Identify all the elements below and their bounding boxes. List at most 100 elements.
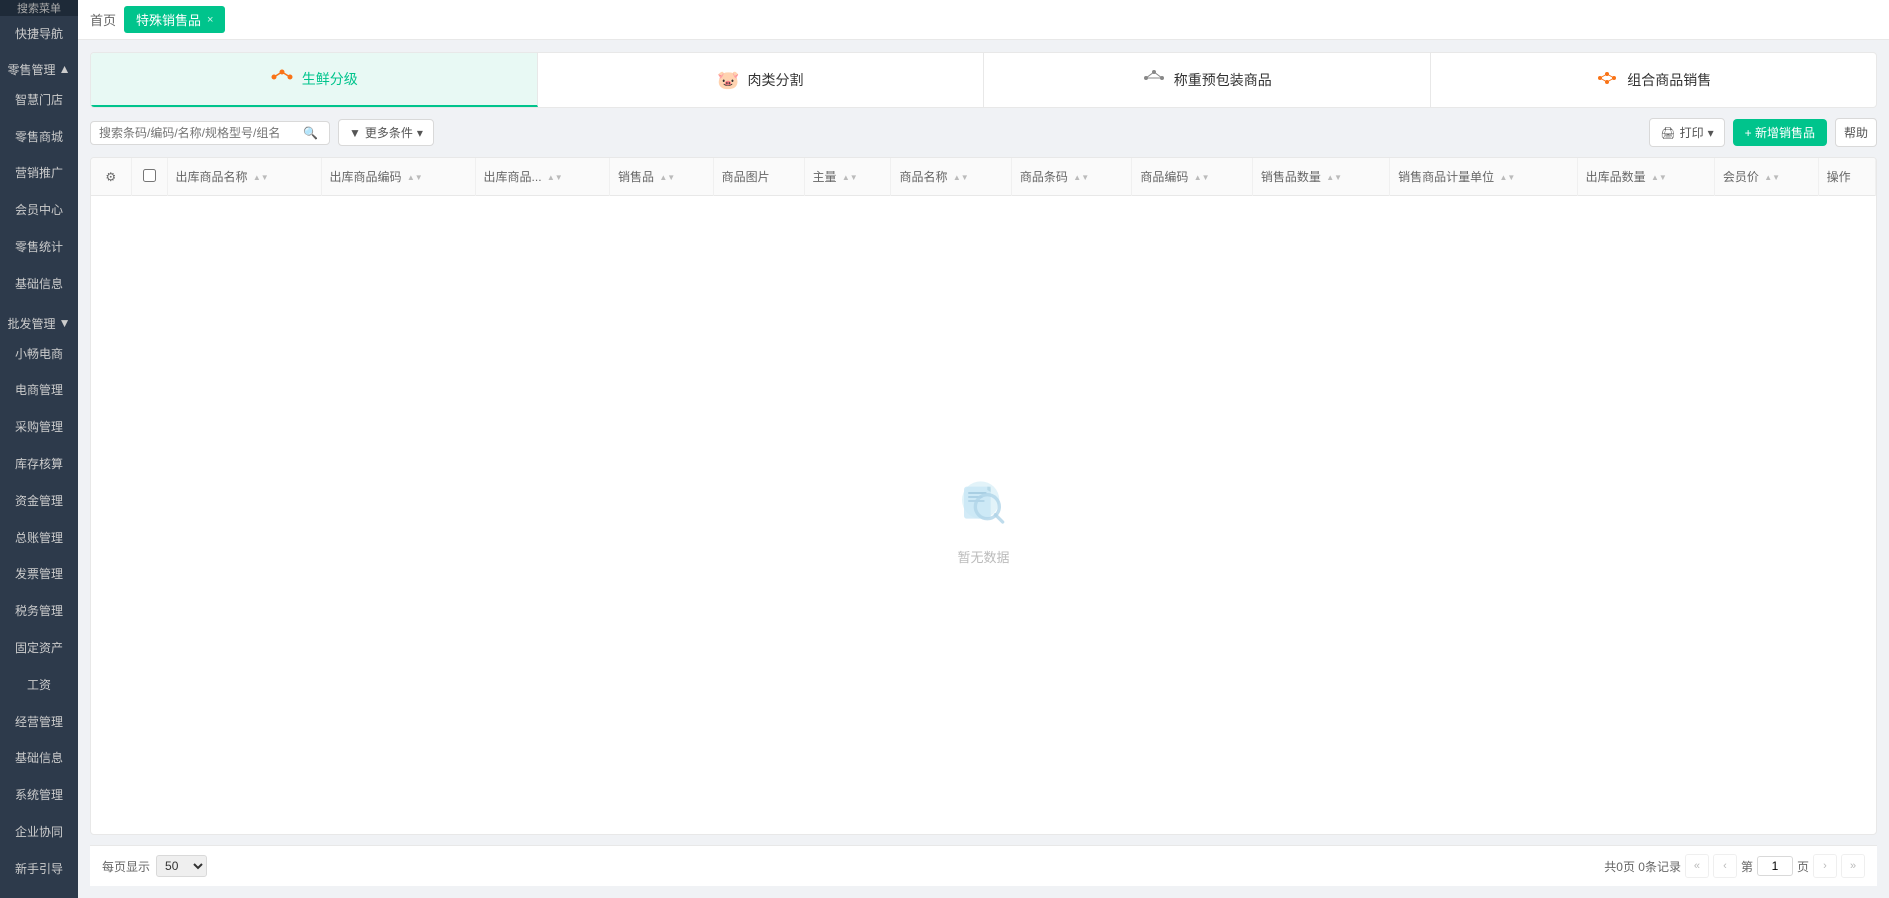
first-page-button[interactable]: « [1685, 854, 1709, 878]
help-button[interactable]: 帮助 [1835, 118, 1877, 147]
sort-arrows: ▲▼ [253, 174, 269, 182]
filter-label: 更多条件 [365, 124, 413, 141]
toolbar-left: 🔍 ▼ 更多条件 ▾ [90, 119, 434, 146]
empty-state-icon [944, 465, 1024, 535]
sidebar-item-sales-promo[interactable]: 营销推广 [0, 155, 78, 192]
sidebar-item-new-guide[interactable]: 新手引导 [0, 851, 78, 888]
sidebar-item-label: 快捷导航 [15, 26, 63, 43]
sidebar-item-quick-nav[interactable]: 快捷导航 [0, 16, 78, 53]
sidebar-item-smart-store[interactable]: 智慧门店 [0, 82, 78, 119]
cat-tab-meat-cut[interactable]: 🐷 肉类分割 [538, 53, 985, 107]
combo-sales-icon [1595, 68, 1619, 93]
meat-cut-icon: 🐷 [717, 70, 739, 91]
sidebar-item-label: 营销推广 [15, 165, 63, 182]
sort-arrows: ▲▼ [1651, 174, 1667, 182]
th-product-barcode[interactable]: 商品条码 ▲▼ [1011, 158, 1131, 196]
th-member-price[interactable]: 会员价 ▲▼ [1714, 158, 1818, 196]
print-button[interactable]: 🖨 打印 ▾ [1649, 118, 1724, 147]
total-label: 共0页 0条记录 [1604, 858, 1681, 875]
pagination: 每页显示 50 100 共0页 0条记录 « ‹ 第 页 › » [90, 845, 1877, 886]
topbar-home-link[interactable]: 首页 [90, 10, 116, 29]
sidebar-item-label: 企业协同 [15, 824, 63, 841]
select-all-checkbox[interactable] [143, 169, 156, 182]
th-outbound-spec[interactable]: 出库商品... ▲▼ [475, 158, 609, 196]
last-page-button[interactable]: » [1841, 854, 1865, 878]
sidebar-item-basic-info[interactable]: 基础信息 [0, 266, 78, 303]
cat-tab-weigh-pack[interactable]: 称重预包装商品 [984, 53, 1431, 107]
sidebar-item-label: 电商管理 [15, 382, 63, 399]
sidebar-item-ops-mgmt[interactable]: 经营管理 [0, 704, 78, 741]
th-settings[interactable]: ⚙ [91, 158, 131, 196]
toolbar-right: 🖨 打印 ▾ + 新增销售品 帮助 [1649, 118, 1877, 147]
sidebar-item-capital-mgmt[interactable]: 资金管理 [0, 483, 78, 520]
filter-icon: ▼ [349, 126, 361, 140]
sidebar-item-label: 资金管理 [15, 493, 63, 510]
chevron-down-icon: ▼ [59, 316, 71, 330]
th-main-unit[interactable]: 主量 ▲▼ [804, 158, 891, 196]
page-number-input[interactable] [1757, 856, 1793, 876]
sort-arrows: ▲▼ [1194, 174, 1210, 182]
th-outbound-name[interactable]: 出库商品名称 ▲▼ [167, 158, 321, 196]
sidebar-item-purchase-mgmt[interactable]: 采购管理 [0, 409, 78, 446]
content-area: 生鲜分级 🐷 肉类分割 称重预包装商品 [78, 40, 1889, 898]
sidebar-item-general-ledger[interactable]: 总账管理 [0, 520, 78, 557]
pagination-per-page: 每页显示 50 100 [102, 855, 207, 877]
sidebar-item-batch-mgmt[interactable]: 批发管理 ▼ [0, 307, 78, 336]
search-input[interactable] [99, 126, 299, 140]
cat-tab-label: 生鲜分级 [302, 69, 358, 89]
th-sales-item[interactable]: 销售品 ▲▼ [609, 158, 713, 196]
sidebar-item-invoice-mgmt[interactable]: 发票管理 [0, 556, 78, 593]
sidebar-item-member-center[interactable]: 会员中心 [0, 192, 78, 229]
sort-arrows: ▲▼ [1499, 174, 1515, 182]
sidebar-item-label: 固定资产 [15, 640, 63, 657]
help-label: 帮助 [1844, 126, 1868, 140]
filter-button[interactable]: ▼ 更多条件 ▾ [338, 119, 434, 146]
sidebar-item-label: 税务管理 [15, 603, 63, 620]
next-page-button[interactable]: › [1813, 854, 1837, 878]
tab-close-icon[interactable]: × [207, 14, 213, 26]
empty-state: 暂无数据 [91, 196, 1876, 834]
th-sales-qty[interactable]: 销售品数量 ▲▼ [1252, 158, 1389, 196]
settings-icon[interactable]: ⚙ [0, 888, 78, 898]
pagination-controls: 共0页 0条记录 « ‹ 第 页 › » [1604, 854, 1865, 878]
sidebar-item-retail-stats[interactable]: 零售统计 [0, 229, 78, 266]
sidebar-logo[interactable]: 搜索菜单 [0, 0, 78, 16]
th-sales-unit[interactable]: 销售商品计量单位 ▲▼ [1390, 158, 1578, 196]
sidebar-item-retail-mall[interactable]: 零售商城 [0, 119, 78, 156]
sidebar-item-labor[interactable]: 工资 [0, 667, 78, 704]
search-icon: 🔍 [303, 126, 318, 140]
sidebar-item-label: 总账管理 [15, 530, 63, 547]
th-outbound-qty[interactable]: 出库品数量 ▲▼ [1577, 158, 1714, 196]
sidebar-item-retail-mgmt[interactable]: 零售管理 ▲ [0, 53, 78, 82]
th-product-code[interactable]: 商品编码 ▲▼ [1132, 158, 1252, 196]
sidebar-item-sys-mgmt[interactable]: 系统管理 [0, 777, 78, 814]
cat-tab-combo-sales[interactable]: 组合商品销售 [1431, 53, 1877, 107]
sort-arrows: ▲▼ [547, 174, 563, 182]
sort-arrows: ▲▼ [659, 174, 675, 182]
sidebar-item-inventory[interactable]: 库存核算 [0, 446, 78, 483]
sidebar-item-ecom-mgmt[interactable]: 电商管理 [0, 372, 78, 409]
sidebar-item-fixed-assets[interactable]: 固定资产 [0, 630, 78, 667]
th-outbound-code[interactable]: 出库商品编码 ▲▼ [321, 158, 475, 196]
sidebar-item-label: 批发管理 [8, 315, 56, 332]
sidebar-item-label: 零售管理 [8, 61, 56, 78]
search-box: 🔍 [90, 121, 330, 145]
sidebar-item-corp-agreement[interactable]: 企业协同 [0, 814, 78, 851]
per-page-select[interactable]: 50 100 [156, 855, 207, 877]
toolbar: 🔍 ▼ 更多条件 ▾ 🖨 打印 ▾ + 新增销售品 帮助 [90, 118, 1877, 147]
th-checkbox[interactable] [131, 158, 167, 196]
sidebar-item-tax-mgmt[interactable]: 税务管理 [0, 593, 78, 630]
sidebar-item-label: 会员中心 [15, 202, 63, 219]
sort-arrows: ▲▼ [407, 174, 423, 182]
sidebar-item-basic-info2[interactable]: 基础信息 [0, 740, 78, 777]
prev-page-button[interactable]: ‹ [1713, 854, 1737, 878]
sidebar-item-mini-ecom[interactable]: 小畅电商 [0, 336, 78, 373]
cat-tab-label: 组合商品销售 [1627, 70, 1711, 90]
data-table: ⚙ 出库商品名称 ▲▼ 出库商品编码 ▲▼ [91, 158, 1876, 196]
add-product-button[interactable]: + 新增销售品 [1733, 119, 1827, 146]
cat-tab-fresh-grade[interactable]: 生鲜分级 [91, 53, 538, 107]
fresh-grade-icon [270, 67, 294, 92]
th-product-name[interactable]: 商品名称 ▲▼ [891, 158, 1011, 196]
topbar-active-tab[interactable]: 特殊销售品 × [124, 6, 225, 33]
sidebar-item-label: 零售统计 [15, 239, 63, 256]
